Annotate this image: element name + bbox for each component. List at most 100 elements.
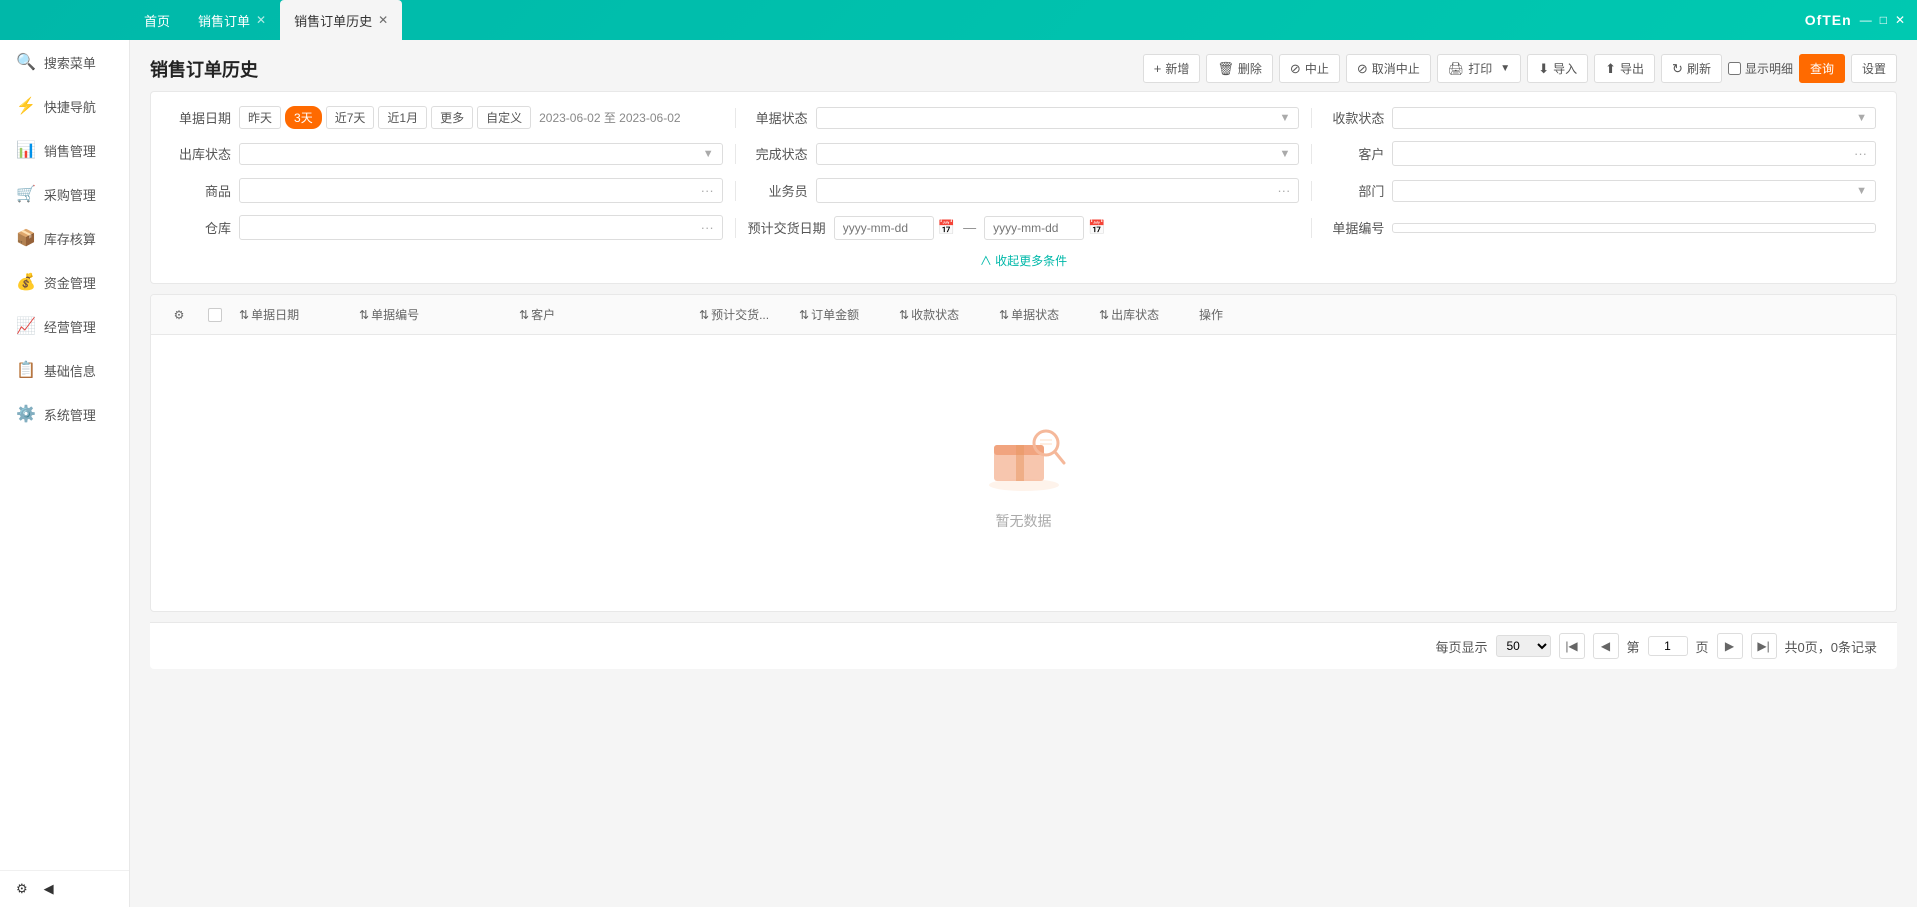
sidebar-item-inventory[interactable]: 📦 库存核算 (0, 216, 129, 260)
tab-sales-history[interactable]: 销售订单历史 ✕ (280, 0, 402, 40)
th-check[interactable] (199, 308, 231, 322)
order-no-control (1392, 223, 1876, 233)
new-button[interactable]: + 新增 (1143, 54, 1201, 83)
window-min-btn[interactable]: — (1860, 13, 1872, 27)
page-number-input[interactable] (1648, 636, 1688, 656)
next-page-btn[interactable]: ▶ (1717, 633, 1743, 659)
query-button[interactable]: 查询 (1799, 54, 1845, 83)
th-amount[interactable]: ⇅ 订单金额 (791, 306, 891, 323)
th-receipt-status[interactable]: ⇅ 收款状态 (891, 306, 991, 323)
date-7days-btn[interactable]: 近7天 (326, 106, 375, 129)
window-close-btn[interactable]: ✕ (1895, 13, 1905, 27)
collapse-row: ∧ 收起更多条件 (171, 252, 1876, 269)
th-order-no[interactable]: ⇅ 单据编号 (351, 306, 511, 323)
last-page-btn[interactable]: ▶| (1751, 633, 1777, 659)
complete-label: 完成状态 (748, 144, 808, 163)
sidebar-item-operations[interactable]: 📈 经营管理 (0, 304, 129, 348)
th-settings[interactable]: ⚙ (159, 308, 199, 322)
filter-product: 商品 ··· (171, 178, 723, 203)
settings-button[interactable]: 设置 (1851, 54, 1897, 83)
th-order-status[interactable]: ⇅ 单据状态 (991, 306, 1091, 323)
outbound-label: 出库状态 (171, 144, 231, 163)
date-separator: — (963, 220, 976, 235)
delete-icon: 🗑 (1217, 61, 1234, 77)
delete-button[interactable]: 🗑 删除 (1206, 54, 1273, 83)
date-more-btn[interactable]: 更多 (431, 106, 473, 129)
order-no-input[interactable] (1392, 223, 1876, 233)
collapse-button[interactable]: ∧ 收起更多条件 (980, 254, 1067, 268)
calendar-to-icon[interactable]: 📅 (1088, 219, 1105, 236)
sidebar-item-purchase[interactable]: 🛒 采购管理 (0, 172, 129, 216)
warehouse-label: 仓库 (171, 218, 231, 237)
salesperson-control: ··· (816, 178, 1300, 203)
date-custom-btn[interactable]: 自定义 (477, 106, 531, 129)
delivery-date-control: 📅 — 📅 (834, 216, 1300, 240)
receipt-status-select[interactable]: ▼ (1392, 107, 1876, 129)
dept-control: ▼ (1392, 180, 1876, 202)
tab-sales-order-close[interactable]: ✕ (256, 13, 266, 27)
display-toggle-checkbox[interactable] (1728, 62, 1741, 75)
filter-divider-8 (1311, 218, 1312, 238)
th-delivery[interactable]: ⇅ 预计交货... (691, 306, 791, 323)
tab-home[interactable]: 首页 (130, 0, 184, 40)
sidebar-item-quick-nav[interactable]: ⚡ 快捷导航 (0, 84, 129, 128)
sidebar-item-sales[interactable]: 📊 销售管理 (0, 128, 129, 172)
collapse-up-icon: ∧ (980, 254, 992, 268)
dept-label: 部门 (1324, 181, 1384, 200)
filter-row-4: 仓库 ··· 预计交货日期 📅 — 📅 (171, 215, 1876, 240)
tab-sales-order[interactable]: 销售订单 ✕ (184, 0, 280, 40)
date-3days-btn[interactable]: 3天 (285, 106, 322, 129)
page-label: 页 (1696, 637, 1709, 656)
date-1month-btn[interactable]: 近1月 (378, 106, 427, 129)
complete-select[interactable]: ▼ (816, 143, 1300, 165)
display-toggle[interactable]: 显示明细 (1728, 60, 1793, 77)
filter-outbound: 出库状态 ▼ (171, 143, 723, 165)
sidebar-collapse-icon[interactable]: ◀ (44, 881, 54, 897)
outbound-control: ▼ (239, 143, 723, 165)
calendar-from-icon[interactable]: 📅 (938, 219, 955, 236)
inventory-icon: 📦 (16, 228, 36, 248)
sort-icon-outbound: ⇅ (1099, 308, 1109, 322)
th-customer[interactable]: ⇅ 客户 (511, 306, 691, 323)
per-page-label: 每页显示 (1435, 637, 1487, 656)
cancel-stop-button[interactable]: ⊘ 取消中止 (1346, 54, 1431, 83)
delivery-date-to[interactable] (984, 216, 1084, 240)
filter-area: 单据日期 昨天 3天 近7天 近1月 更多 自定义 2023-06-02 至 2… (150, 91, 1897, 284)
first-page-btn[interactable]: |◀ (1559, 633, 1585, 659)
sidebar-item-finance[interactable]: 💰 资金管理 (0, 260, 129, 304)
filter-warehouse: 仓库 ··· (171, 215, 723, 240)
print-icon: 🖨 (1448, 61, 1465, 77)
salesperson-input[interactable]: ··· (816, 178, 1300, 203)
print-button[interactable]: 🖨 打印 ▼ (1437, 54, 1521, 83)
window-max-btn[interactable]: □ (1880, 13, 1887, 27)
customer-control: ··· (1392, 141, 1876, 166)
th-outbound[interactable]: ⇅ 出库状态 (1091, 306, 1191, 323)
delivery-date-from[interactable] (834, 216, 934, 240)
dept-chevron: ▼ (1856, 185, 1867, 197)
product-input[interactable]: ··· (239, 178, 723, 203)
th-date[interactable]: ⇅ 单据日期 (231, 306, 351, 323)
export-button[interactable]: ⬆ 导出 (1594, 54, 1655, 83)
refresh-button[interactable]: ↻ 刷新 (1661, 54, 1722, 83)
new-icon: + (1154, 61, 1162, 76)
stop-button[interactable]: ⊘ 中止 (1279, 54, 1340, 83)
warehouse-input[interactable]: ··· (239, 215, 723, 240)
sidebar-item-search[interactable]: 🔍 搜索菜单 (0, 40, 129, 84)
sort-icon-customer: ⇅ (519, 308, 529, 322)
customer-input[interactable]: ··· (1392, 141, 1876, 166)
import-button[interactable]: ⬇ 导入 (1527, 54, 1588, 83)
th-action: 操作 (1191, 306, 1888, 323)
order-status-select[interactable]: ▼ (816, 107, 1300, 129)
sidebar-settings-icon[interactable]: ⚙ (16, 881, 28, 897)
outbound-select[interactable]: ▼ (239, 143, 723, 165)
per-page-select[interactable]: 50 10 20 100 (1496, 635, 1551, 657)
prev-page-btn[interactable]: ◀ (1593, 633, 1619, 659)
dept-select[interactable]: ▼ (1392, 180, 1876, 202)
cancel-stop-icon: ⊘ (1357, 61, 1368, 77)
tab-sales-history-close[interactable]: ✕ (378, 13, 388, 27)
select-all-checkbox[interactable] (208, 308, 222, 322)
sidebar-item-sys[interactable]: ⚙️ 系统管理 (0, 392, 129, 436)
empty-state: 暂无数据 (151, 335, 1896, 611)
date-yesterday-btn[interactable]: 昨天 (239, 106, 281, 129)
sidebar-item-base-info[interactable]: 📋 基础信息 (0, 348, 129, 392)
